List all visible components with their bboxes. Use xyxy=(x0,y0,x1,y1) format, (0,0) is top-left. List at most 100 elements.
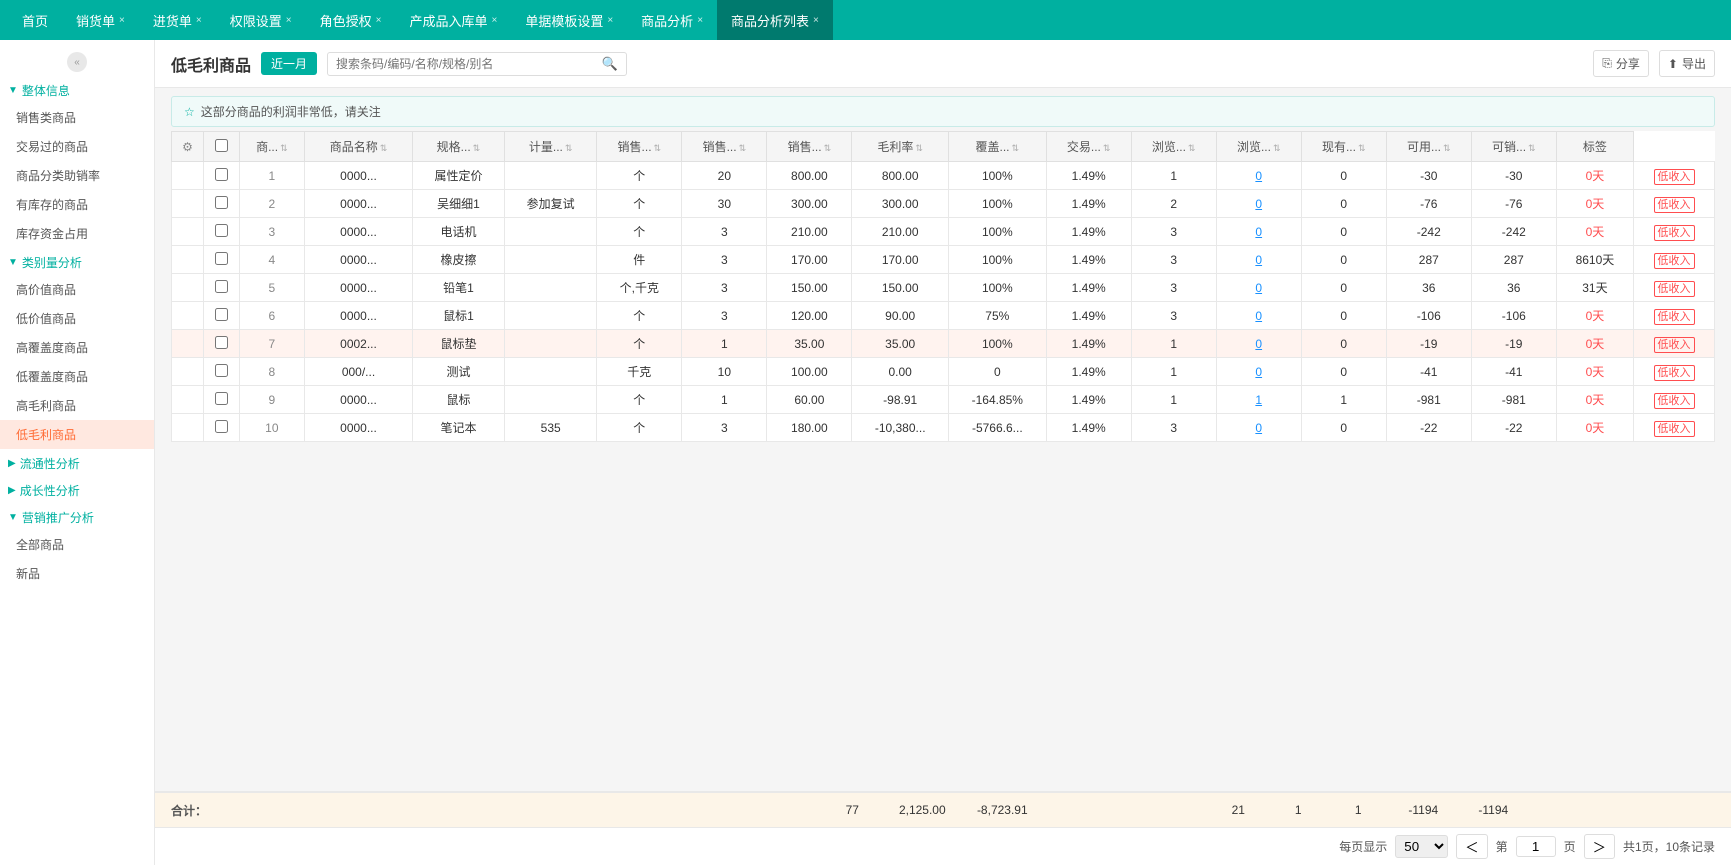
row-expand[interactable] xyxy=(172,190,204,218)
sidebar-item-category-rate[interactable]: 商品分类助销率 xyxy=(0,161,154,190)
sidebar-item-low-margin[interactable]: 低毛利商品 xyxy=(0,420,154,449)
col-unit[interactable]: 计量...⇅ xyxy=(505,132,597,162)
col-view1[interactable]: 浏览...⇅ xyxy=(1131,132,1216,162)
col-settings[interactable]: ⚙ xyxy=(172,132,204,162)
row-checkbox[interactable] xyxy=(203,386,239,414)
row-view1[interactable]: 0 xyxy=(1216,274,1301,302)
search-input[interactable] xyxy=(336,57,602,71)
select-all-checkbox[interactable] xyxy=(215,139,228,152)
nav-purchase-order[interactable]: 进货单 × xyxy=(139,0,216,40)
row-expand[interactable] xyxy=(172,302,204,330)
nav-sales-order[interactable]: 销货单 × xyxy=(62,0,139,40)
sidebar-item-sales-products[interactable]: 销售类商品 xyxy=(0,103,154,132)
sidebar-item-high-margin[interactable]: 高毛利商品 xyxy=(0,391,154,420)
nav-role-auth[interactable]: 角色授权 × xyxy=(306,0,396,40)
col-gross-margin[interactable]: 毛利率⇅ xyxy=(852,132,949,162)
row-view1[interactable]: 0 xyxy=(1216,302,1301,330)
row-select-checkbox[interactable] xyxy=(215,336,228,349)
nav-product-in[interactable]: 产成品入库单 × xyxy=(395,0,511,40)
row-checkbox[interactable] xyxy=(203,274,239,302)
sidebar-collapse-btn[interactable]: « xyxy=(67,52,87,72)
row-view1[interactable]: 0 xyxy=(1216,246,1301,274)
sidebar-item-stock-fund[interactable]: 库存资金占用 xyxy=(0,219,154,248)
search-box[interactable]: 🔍 xyxy=(327,52,627,76)
row-view1[interactable]: 0 xyxy=(1216,162,1301,190)
sidebar-item-high-coverage[interactable]: 高覆盖度商品 xyxy=(0,333,154,362)
settings-icon[interactable]: ⚙ xyxy=(182,140,193,154)
row-select-checkbox[interactable] xyxy=(215,420,228,433)
col-sales-qty[interactable]: 销售...⇅ xyxy=(597,132,682,162)
row-select-checkbox[interactable] xyxy=(215,252,228,265)
sidebar-group-overall[interactable]: ▼ 整体信息 xyxy=(0,76,154,103)
nav-template-settings[interactable]: 单据模板设置 × xyxy=(511,0,627,40)
row-view1[interactable]: 0 xyxy=(1216,330,1301,358)
col-sales-profit[interactable]: 销售...⇅ xyxy=(767,132,852,162)
row-expand[interactable] xyxy=(172,218,204,246)
prev-page-btn[interactable]: ＜ xyxy=(1456,834,1487,859)
row-expand[interactable] xyxy=(172,414,204,442)
row-checkbox[interactable] xyxy=(203,190,239,218)
col-coverage[interactable]: 覆盖...⇅ xyxy=(948,132,1046,162)
col-sales-amount[interactable]: 销售...⇅ xyxy=(682,132,767,162)
nav-close-sales[interactable]: × xyxy=(119,15,125,26)
row-expand[interactable] xyxy=(172,246,204,274)
next-page-btn[interactable]: ＞ xyxy=(1584,834,1615,859)
nav-product-analysis[interactable]: 商品分析 × xyxy=(627,0,717,40)
row-checkbox[interactable] xyxy=(203,358,239,386)
page-size-select[interactable]: 50 100 200 xyxy=(1395,835,1448,858)
row-checkbox[interactable] xyxy=(203,162,239,190)
row-checkbox[interactable] xyxy=(203,246,239,274)
table-area[interactable]: ⚙ 商...⇅ 商品名称⇅ 规格...⇅ 计量...⇅ 销售...⇅ 销售...… xyxy=(155,131,1731,791)
col-available[interactable]: 可用...⇅ xyxy=(1386,132,1471,162)
page-input[interactable] xyxy=(1516,836,1556,857)
col-spec[interactable]: 规格...⇅ xyxy=(412,132,504,162)
row-view1[interactable]: 1 xyxy=(1216,386,1301,414)
row-select-checkbox[interactable] xyxy=(215,168,228,181)
row-checkbox[interactable] xyxy=(203,302,239,330)
col-tag[interactable]: 标签 xyxy=(1556,132,1633,162)
row-expand[interactable] xyxy=(172,162,204,190)
sidebar-item-new-products[interactable]: 新品 xyxy=(0,559,154,588)
sidebar-item-all-products[interactable]: 全部商品 xyxy=(0,530,154,559)
nav-close-permissions[interactable]: × xyxy=(286,15,292,26)
row-checkbox[interactable] xyxy=(203,414,239,442)
col-view2[interactable]: 浏览...⇅ xyxy=(1216,132,1301,162)
nav-close-product-in[interactable]: × xyxy=(491,15,497,26)
share-button[interactable]: ⎘ 分享 xyxy=(1593,50,1649,77)
nav-close-analysis[interactable]: × xyxy=(697,15,703,26)
nav-home[interactable]: 首页 xyxy=(8,0,62,40)
row-select-checkbox[interactable] xyxy=(215,308,228,321)
row-view1[interactable]: 0 xyxy=(1216,218,1301,246)
row-expand[interactable] xyxy=(172,358,204,386)
row-checkbox[interactable] xyxy=(203,330,239,358)
row-select-checkbox[interactable] xyxy=(215,196,228,209)
col-current-stock[interactable]: 现有...⇅ xyxy=(1301,132,1386,162)
row-expand[interactable] xyxy=(172,386,204,414)
row-checkbox[interactable] xyxy=(203,218,239,246)
sidebar-group-growth[interactable]: ▶ 成长性分析 xyxy=(0,476,154,503)
sidebar-item-in-stock[interactable]: 有库存的商品 xyxy=(0,190,154,219)
sidebar-item-high-value[interactable]: 高价值商品 xyxy=(0,275,154,304)
nav-permissions[interactable]: 权限设置 × xyxy=(216,0,306,40)
row-select-checkbox[interactable] xyxy=(215,280,228,293)
row-view1[interactable]: 0 xyxy=(1216,358,1301,386)
row-select-checkbox[interactable] xyxy=(215,364,228,377)
sidebar-item-traded-products[interactable]: 交易过的商品 xyxy=(0,132,154,161)
row-view1[interactable]: 0 xyxy=(1216,414,1301,442)
sidebar-item-low-value[interactable]: 低价值商品 xyxy=(0,304,154,333)
date-filter-btn[interactable]: 近一月 xyxy=(261,52,317,75)
nav-close-analysis-list[interactable]: × xyxy=(813,15,819,26)
row-select-checkbox[interactable] xyxy=(215,224,228,237)
sidebar-group-marketing[interactable]: ▼ 营销推广分析 xyxy=(0,503,154,530)
row-select-checkbox[interactable] xyxy=(215,392,228,405)
col-name[interactable]: 商品名称⇅ xyxy=(305,132,413,162)
sidebar-group-category[interactable]: ▼ 类别量分析 xyxy=(0,248,154,275)
col-saleable[interactable]: 可销...⇅ xyxy=(1471,132,1556,162)
col-trade-count[interactable]: 交易...⇅ xyxy=(1046,132,1131,162)
nav-close-purchase[interactable]: × xyxy=(196,15,202,26)
row-expand[interactable] xyxy=(172,330,204,358)
nav-close-template[interactable]: × xyxy=(607,15,613,26)
nav-close-role[interactable]: × xyxy=(376,15,382,26)
row-expand[interactable] xyxy=(172,274,204,302)
row-view1[interactable]: 0 xyxy=(1216,190,1301,218)
